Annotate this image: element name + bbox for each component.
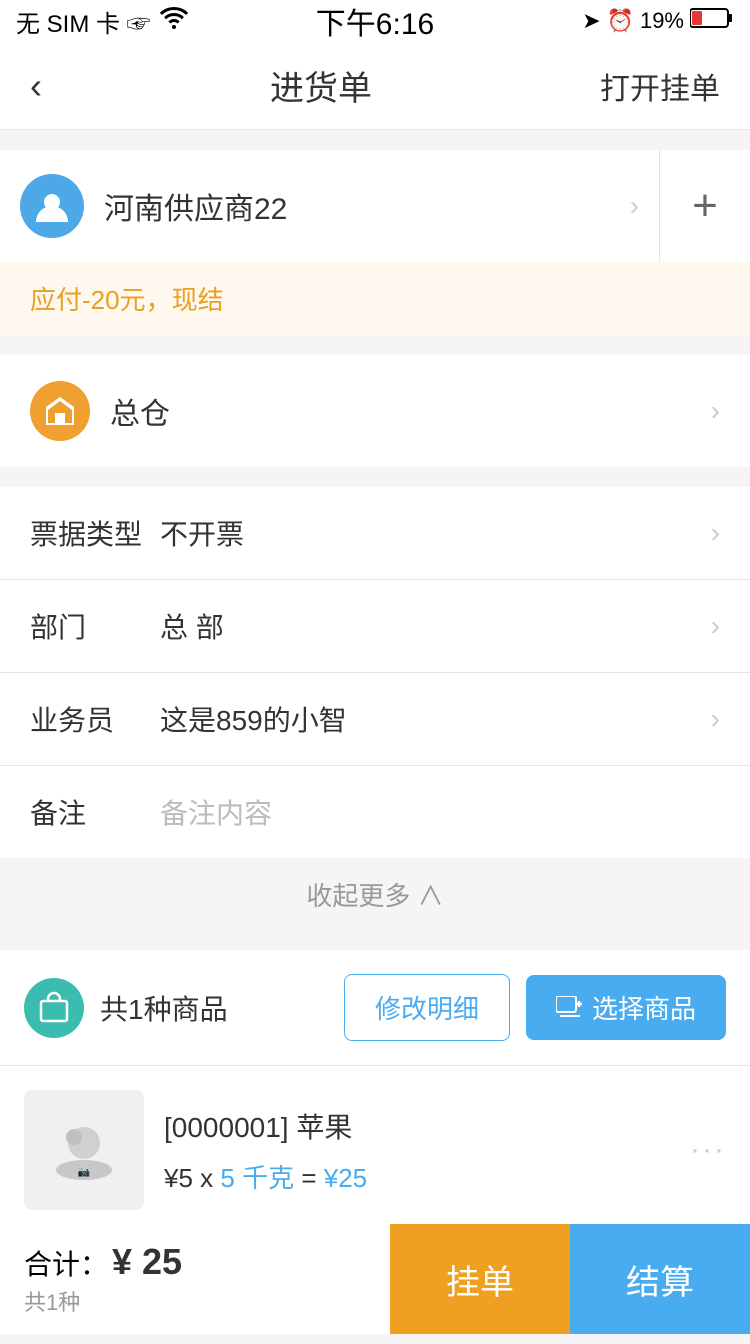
status-right: ➤ ⏰ 19% <box>582 7 734 35</box>
invoice-type-value: 不开票 <box>160 513 701 553</box>
remark-input[interactable]: 备注内容 <box>160 792 720 832</box>
product-name: [0000001] 苹果 <box>164 1106 670 1146</box>
dept-chevron-icon: › <box>711 610 720 642</box>
battery-text: 19% <box>640 8 684 34</box>
dept-label: 部门 <box>30 606 160 646</box>
invoice-type-label: 票据类型 <box>30 513 160 553</box>
supplier-selector[interactable]: 河南供应商22 › <box>0 150 660 262</box>
select-product-label: 选择商品 <box>592 989 696 1026</box>
battery-icon <box>690 7 734 35</box>
back-button[interactable]: ‹ <box>30 65 42 107</box>
sales-label: 业务员 <box>30 699 160 739</box>
select-product-button[interactable]: 选择商品 <box>526 975 726 1040</box>
invoice-chevron-icon: › <box>711 517 720 549</box>
sales-row[interactable]: 业务员 这是859的小智 › <box>0 673 750 765</box>
warehouse-chevron-icon: › <box>711 395 720 427</box>
page-title: 进货单 <box>270 61 372 110</box>
total-amount: ¥ 25 <box>112 1241 182 1283</box>
product-item: 📷 [0000001] 苹果 ¥5 x 5 千克 = ¥25 ··· <box>0 1066 750 1234</box>
total-section: 合计： ¥ 25 共1种 <box>0 1241 390 1317</box>
hang-button[interactable]: 挂单 <box>390 1224 570 1334</box>
product-header: 共1种商品 修改明细 选择商品 <box>0 950 750 1065</box>
warehouse-icon <box>30 381 90 441</box>
sales-chevron-icon: › <box>711 703 720 735</box>
supplier-name: 河南供应商22 <box>104 184 620 228</box>
edit-detail-button[interactable]: 修改明细 <box>344 974 510 1041</box>
location-icon: ➤ <box>582 8 600 34</box>
remark-label: 备注 <box>30 792 160 832</box>
total-label: 合计： <box>24 1243 108 1283</box>
dept-row[interactable]: 部门 总 部 › <box>0 580 750 672</box>
remark-row[interactable]: 备注 备注内容 <box>0 766 750 858</box>
open-hang-button[interactable]: 打开挂单 <box>600 64 720 108</box>
status-left: 无 SIM 卡 ☞ <box>16 4 189 39</box>
notice-bar: 应付-20元，现结 <box>0 262 750 335</box>
warehouse-name: 总仓 <box>110 389 701 433</box>
add-supplier-button[interactable]: + <box>660 150 750 262</box>
bottom-bar: 合计： ¥ 25 共1种 挂单 结算 <box>0 1224 750 1334</box>
sim-status: 无 SIM 卡 ☞ <box>16 4 151 39</box>
product-info: [0000001] 苹果 ¥5 x 5 千克 = ¥25 <box>164 1106 670 1195</box>
sales-value: 这是859的小智 <box>160 699 701 739</box>
invoice-type-row[interactable]: 票据类型 不开票 › <box>0 487 750 579</box>
status-time: 下午6:16 <box>316 0 434 43</box>
product-thumbnail: 📷 <box>24 1090 144 1210</box>
product-icon <box>24 978 84 1038</box>
total-count: 共1种 <box>24 1285 366 1317</box>
status-bar: 无 SIM 卡 ☞ 下午6:16 ➤ ⏰ 19% <box>0 0 750 42</box>
dept-value: 总 部 <box>160 606 701 646</box>
checkout-button[interactable]: 结算 <box>570 1224 750 1334</box>
svg-text:📷: 📷 <box>78 1167 90 1178</box>
collapse-text: 收起更多 ∧ <box>306 876 443 913</box>
alarm-icon: ⏰ <box>607 8 634 34</box>
product-count: 共1种商品 <box>100 988 328 1028</box>
warehouse-row[interactable]: 总仓 › <box>0 355 750 467</box>
product-price: ¥5 x 5 千克 = ¥25 <box>164 1158 670 1195</box>
supplier-section: 河南供应商22 › + <box>0 150 750 262</box>
supplier-avatar <box>20 174 84 238</box>
chevron-icon: › <box>630 190 639 222</box>
wifi-icon <box>159 7 189 36</box>
product-more-button[interactable]: ··· <box>690 1133 726 1167</box>
nav-bar: ‹ 进货单 打开挂单 <box>0 42 750 130</box>
collapse-button[interactable]: 收起更多 ∧ <box>0 858 750 930</box>
